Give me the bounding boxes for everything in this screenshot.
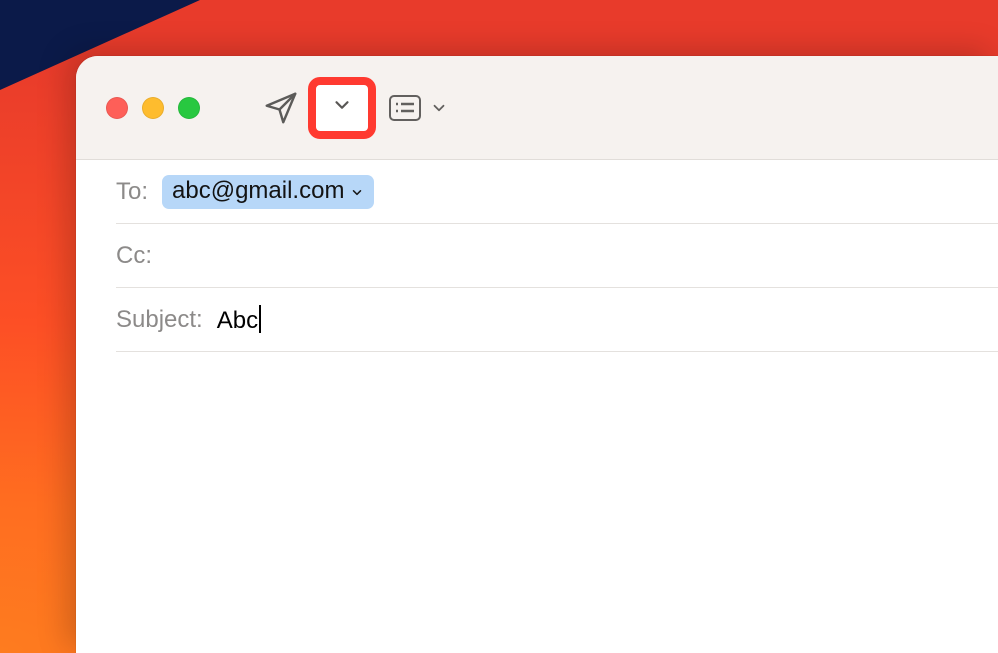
send-options-dropdown[interactable] xyxy=(331,94,353,121)
annotation-highlight xyxy=(308,77,376,139)
recipient-token[interactable]: abc@gmail.com xyxy=(162,175,374,209)
toolbar xyxy=(262,77,448,139)
window-controls xyxy=(106,97,200,119)
chevron-down-icon xyxy=(430,99,448,117)
subject-input[interactable]: Abc xyxy=(217,305,263,335)
recipient-address: abc@gmail.com xyxy=(172,177,344,205)
to-field-row[interactable]: To: abc@gmail.com xyxy=(116,160,998,224)
chevron-down-icon xyxy=(350,185,364,199)
subject-text: Abc xyxy=(217,307,258,334)
subject-label: Subject: xyxy=(116,306,209,334)
compose-body[interactable] xyxy=(76,352,998,612)
window-close-button[interactable] xyxy=(106,97,128,119)
text-cursor xyxy=(259,305,261,333)
compose-window: To: abc@gmail.com Cc: Subject: Abc xyxy=(76,56,998,653)
header-fields-toggle[interactable] xyxy=(388,93,448,123)
cc-field-row[interactable]: Cc: xyxy=(116,224,998,288)
window-titlebar xyxy=(76,56,998,160)
paper-plane-icon xyxy=(263,90,299,126)
cc-label: Cc: xyxy=(116,242,158,270)
window-minimize-button[interactable] xyxy=(142,97,164,119)
send-button[interactable] xyxy=(262,89,300,127)
compose-header-fields: To: abc@gmail.com Cc: Subject: Abc xyxy=(76,160,998,352)
header-fields-icon xyxy=(388,93,422,123)
to-label: To: xyxy=(116,178,154,206)
chevron-down-icon xyxy=(331,94,353,116)
subject-field-row[interactable]: Subject: Abc xyxy=(116,288,998,352)
recipient-options-chevron[interactable] xyxy=(350,178,364,206)
window-maximize-button[interactable] xyxy=(178,97,200,119)
